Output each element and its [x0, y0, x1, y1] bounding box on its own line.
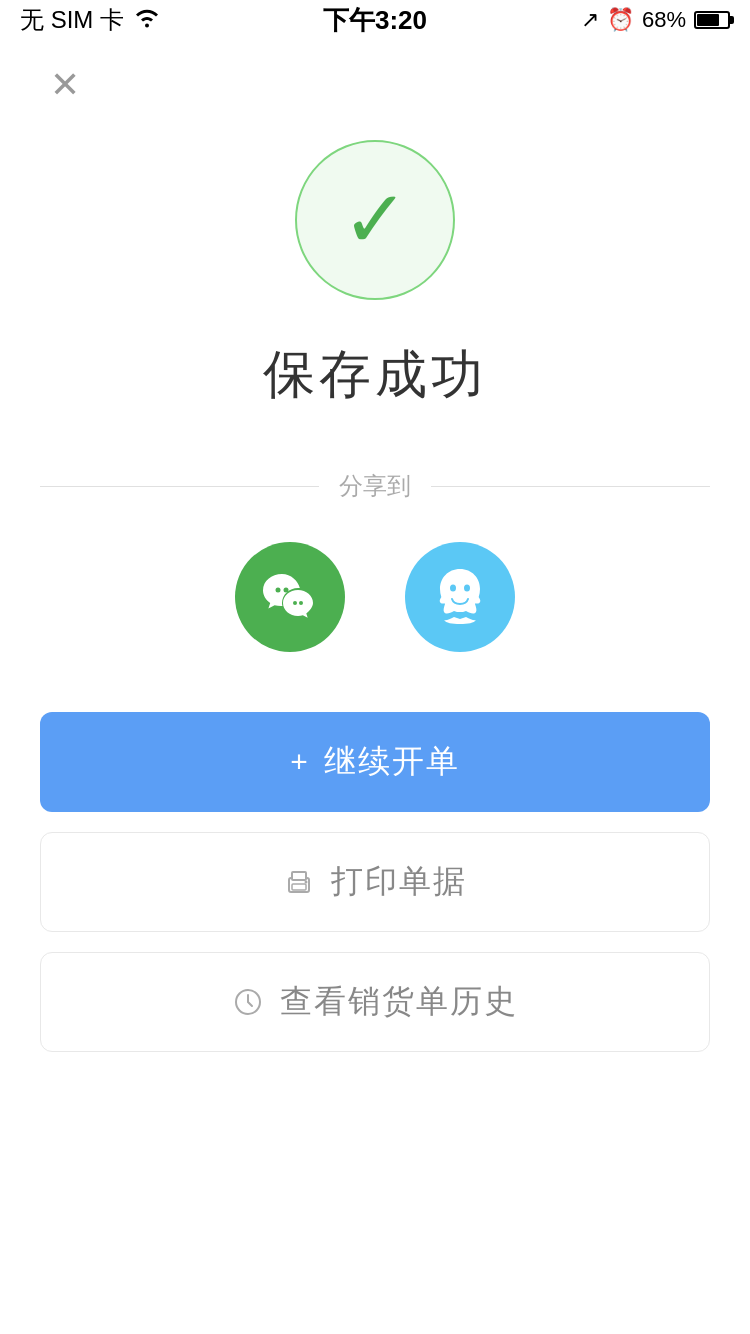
action-buttons: + 继续开单 打印单据 查看销货单历史	[40, 712, 710, 1052]
qq-icon	[432, 565, 488, 629]
svg-rect-8	[292, 884, 306, 890]
success-circle: ✓	[295, 140, 455, 300]
svg-point-2	[293, 601, 297, 605]
print-label: 打印单据	[331, 860, 467, 904]
svg-point-3	[299, 601, 303, 605]
battery-percentage: 68%	[642, 7, 686, 33]
print-button[interactable]: 打印单据	[40, 832, 710, 932]
location-icon: ↗	[581, 7, 599, 33]
clock-icon	[232, 986, 264, 1018]
share-section: 分享到	[40, 470, 710, 652]
history-label: 查看销货单历史	[280, 980, 518, 1024]
history-button[interactable]: 查看销货单历史	[40, 952, 710, 1052]
alarm-icon: ⏰	[607, 7, 634, 33]
qq-share-button[interactable]	[405, 542, 515, 652]
printer-icon	[283, 866, 315, 898]
wifi-icon	[134, 6, 160, 34]
plus-icon: +	[290, 745, 308, 779]
success-title: 保存成功	[263, 340, 487, 410]
status-right: ↗ ⏰ 68%	[581, 7, 730, 33]
wechat-icon	[258, 570, 322, 624]
continue-button[interactable]: + 继续开单	[40, 712, 710, 812]
svg-point-0	[276, 588, 281, 593]
status-bar: 无 SIM 卡 下午3:20 ↗ ⏰ 68%	[0, 0, 750, 40]
continue-label: 继续开单	[324, 740, 460, 784]
battery-icon	[694, 11, 730, 29]
share-line-left	[40, 486, 319, 487]
svg-rect-7	[292, 872, 306, 880]
svg-point-9	[305, 881, 308, 884]
close-icon: ✕	[50, 67, 80, 103]
no-sim-text: 无 SIM 卡	[20, 4, 124, 36]
status-time: 下午3:20	[323, 3, 427, 38]
svg-point-1	[284, 588, 289, 593]
share-label: 分享到	[339, 470, 411, 502]
close-button[interactable]: ✕	[40, 60, 90, 110]
svg-point-5	[464, 585, 470, 592]
share-divider-row: 分享到	[40, 470, 710, 502]
status-left: 无 SIM 卡	[20, 4, 160, 36]
share-line-right	[431, 486, 710, 487]
svg-point-4	[450, 585, 456, 592]
wechat-share-button[interactable]	[235, 542, 345, 652]
main-content: ✕ ✓ 保存成功 分享到	[0, 40, 750, 1334]
share-icons-row	[235, 542, 515, 652]
checkmark-icon: ✓	[342, 180, 409, 260]
